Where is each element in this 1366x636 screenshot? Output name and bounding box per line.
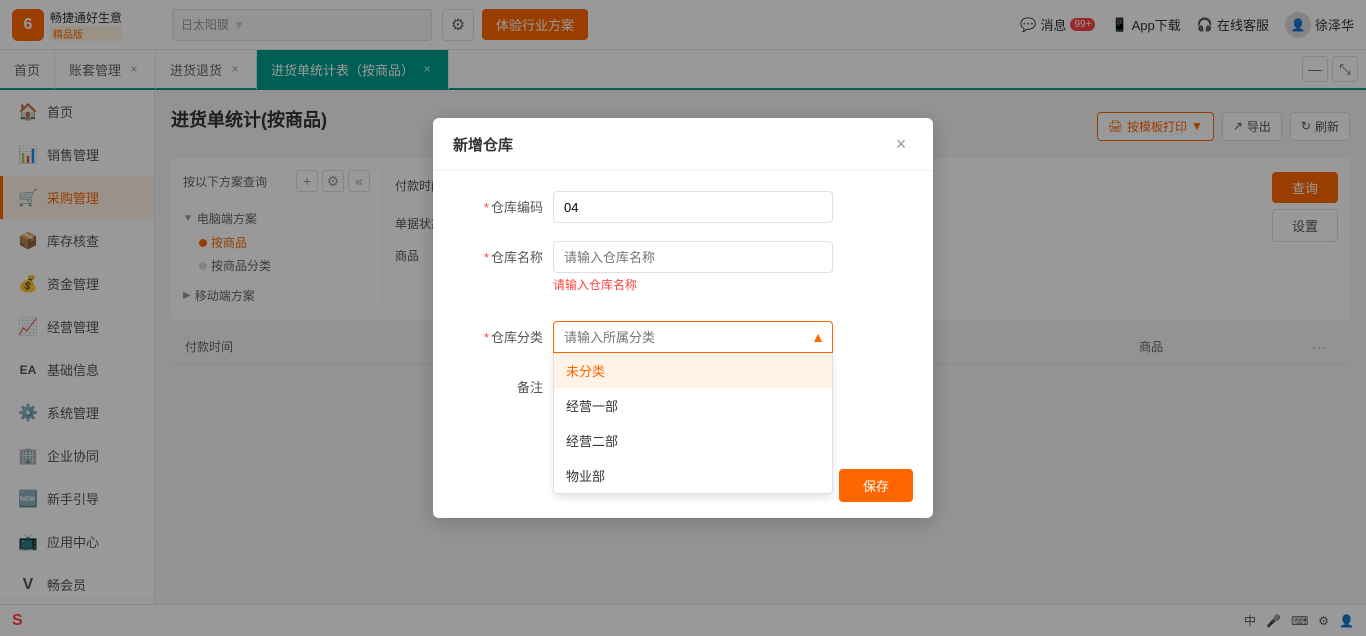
form-row-category: 仓库分类 ▲ 未分类 经营一部 经营二部 物业部: [463, 321, 903, 353]
notes-label: 备注: [463, 371, 543, 396]
code-label: 仓库编码: [463, 191, 543, 216]
modal-overlay[interactable]: 新增仓库 × 仓库编码 仓库名称 请输入仓库名称 仓库分类: [0, 0, 1366, 636]
category-option-dept1[interactable]: 经营一部: [554, 388, 832, 423]
form-row-code: 仓库编码: [463, 191, 903, 223]
category-input[interactable]: [553, 321, 833, 353]
name-error-message: 请输入仓库名称: [553, 276, 833, 293]
category-dropdown: 未分类 经营一部 经营二部 物业部: [553, 353, 833, 494]
category-option-uncategorized[interactable]: 未分类: [554, 353, 832, 388]
new-warehouse-modal: 新增仓库 × 仓库编码 仓库名称 请输入仓库名称 仓库分类: [433, 118, 933, 518]
name-label: 仓库名称: [463, 241, 543, 266]
category-label: 仓库分类: [463, 321, 543, 346]
category-chevron-up-icon[interactable]: ▲: [811, 329, 825, 345]
save-button[interactable]: 保存: [839, 469, 913, 502]
modal-header: 新增仓库 ×: [433, 118, 933, 171]
category-option-dept2[interactable]: 经营二部: [554, 423, 832, 458]
name-input[interactable]: [553, 241, 833, 273]
code-input[interactable]: [553, 191, 833, 223]
modal-close-button[interactable]: ×: [889, 132, 913, 156]
category-option-property[interactable]: 物业部: [554, 458, 832, 493]
form-row-name: 仓库名称 请输入仓库名称: [463, 241, 903, 293]
modal-title: 新增仓库: [453, 134, 513, 155]
modal-body: 仓库编码 仓库名称 请输入仓库名称 仓库分类 ▲ 未分类: [433, 171, 933, 459]
category-input-wrap: ▲ 未分类 经营一部 经营二部 物业部: [553, 321, 833, 353]
